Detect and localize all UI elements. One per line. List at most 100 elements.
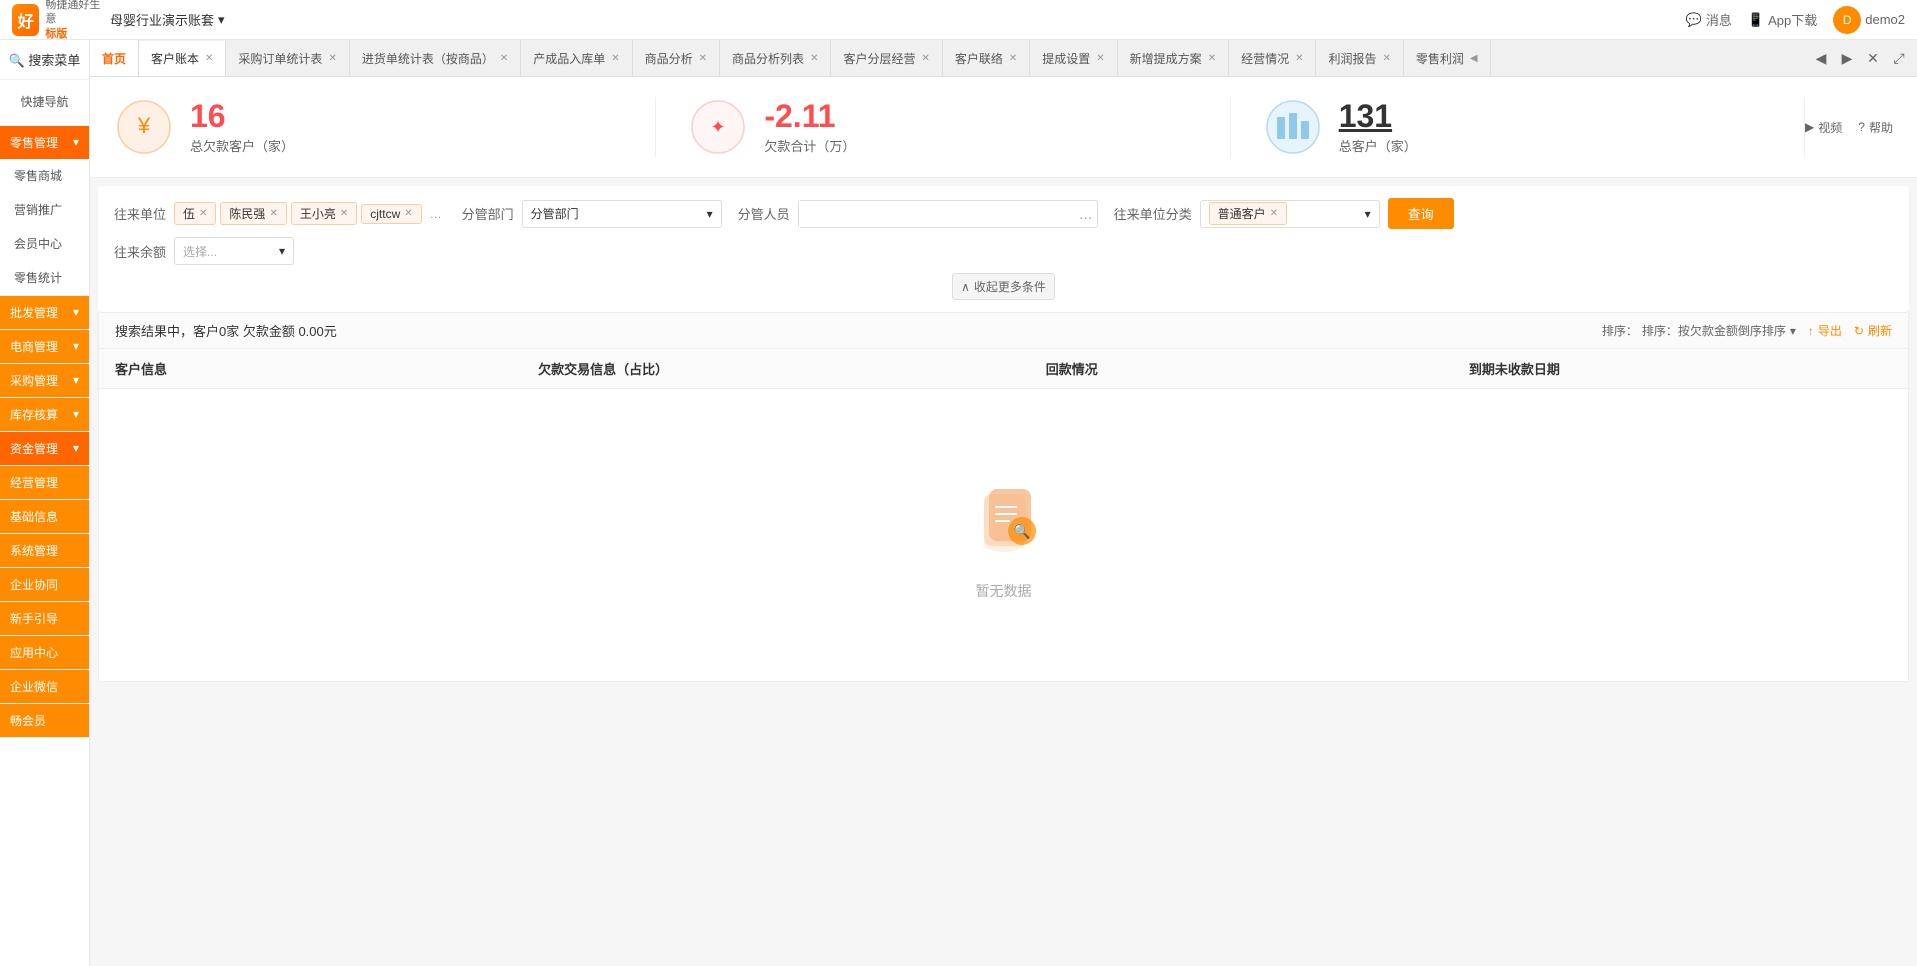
sidebar-section-title-wechat[interactable]: 企业微信	[0, 670, 89, 703]
table-wrap: 客户信息 欠款交易信息（占比） 回款情况 到期未收款日期 �	[98, 349, 1909, 682]
tab-customer-contact[interactable]: 客户联络 ✕	[943, 40, 1030, 76]
sidebar-item-member-center[interactable]: 会员中心	[0, 227, 89, 261]
remove-tag-chen[interactable]: ✕	[269, 208, 277, 219]
tab-nav-right[interactable]: ▶	[1835, 46, 1859, 70]
tab-production-stock[interactable]: 产成品入库单 ✕	[521, 40, 632, 76]
filter-tag-wu: 伍 ✕	[174, 202, 216, 225]
sidebar-section-title-ecommerce[interactable]: 电商管理 ▾	[0, 330, 89, 363]
sidebar-section-title-appcenter[interactable]: 应用中心	[0, 636, 89, 669]
sidebar-section-title-inventory[interactable]: 库存核算 ▾	[0, 398, 89, 431]
sidebar-item-retail-stats[interactable]: 零售统计	[0, 261, 89, 295]
tab-stock-stats[interactable]: 进货单统计表（按商品） ✕	[350, 40, 521, 76]
company-select[interactable]: 母婴行业演示账套 ▾	[110, 10, 225, 29]
tab-new-raise[interactable]: 新增提成方案 ✕	[1118, 40, 1229, 76]
stat-value-customers: 16	[190, 100, 294, 132]
sidebar-section-title-zero-retail[interactable]: 零售管理 ▾	[0, 126, 89, 159]
remove-tag-wang[interactable]: ✕	[340, 208, 348, 219]
sidebar-section-title-basic[interactable]: 基础信息	[0, 500, 89, 533]
tab-close-all[interactable]: ✕	[1861, 46, 1885, 70]
dept-filter-label: 分管部门	[462, 204, 514, 223]
tab-home[interactable]: 首页	[90, 40, 139, 76]
sidebar-section-title-operations[interactable]: 经营管理	[0, 466, 89, 499]
tab-close-raise-settings[interactable]: ✕	[1096, 53, 1104, 64]
category-filter-select[interactable]: 普通客户 ✕ ▾	[1200, 200, 1380, 228]
query-button[interactable]: 查询	[1388, 198, 1454, 229]
tab-accounts-receivable[interactable]: 客户账本 ✕	[139, 41, 226, 77]
chevron-down-icon: ▾	[73, 441, 79, 455]
person-filter-input[interactable]: …	[798, 200, 1098, 228]
filter-tag-chen: 陈民强 ✕	[220, 202, 286, 225]
app-download-btn[interactable]: 📱 App下载	[1748, 10, 1817, 29]
tab-close-customer-contact[interactable]: ✕	[1009, 53, 1017, 64]
text-help-btn[interactable]: ? 帮助	[1858, 119, 1893, 136]
tab-close-customer-segment[interactable]: ✕	[921, 53, 929, 64]
tab-close-accounts-receivable[interactable]: ✕	[205, 53, 213, 64]
sidebar-quick-nav[interactable]: 快捷导航	[0, 86, 89, 119]
tab-close-production[interactable]: ✕	[611, 53, 619, 64]
video-help-btn[interactable]: ▶ 视频	[1805, 119, 1842, 136]
remove-tag-category[interactable]: ✕	[1270, 208, 1278, 219]
chevron-down-icon: ▾	[707, 207, 713, 221]
sidebar-section-appcenter: 应用中心	[0, 636, 89, 670]
remove-tag-wu[interactable]: ✕	[199, 208, 207, 219]
sidebar-section-title-newbie[interactable]: 新手引导	[0, 602, 89, 635]
svg-text:🔍: 🔍	[1013, 522, 1030, 540]
remove-tag-cjttcw[interactable]: ✕	[404, 208, 412, 219]
sidebar-section-newbie: 新手引导	[0, 602, 89, 636]
tab-zero-retail-profit[interactable]: 零售利润 ◀	[1404, 40, 1491, 76]
sidebar-search[interactable]: 🔍 搜索菜单	[0, 40, 89, 80]
tab-profit-report[interactable]: 利润报告 ✕	[1316, 40, 1403, 76]
tab-close-stock-stats[interactable]: ✕	[500, 53, 508, 64]
page-content: ¥ 16 总欠款客户（家） ✦	[90, 77, 1917, 966]
tab-purchase-order-stats[interactable]: 采购订单统计表 ✕	[226, 40, 349, 76]
person-filter-dots[interactable]: …	[1075, 206, 1097, 222]
filter-more-btn[interactable]: …	[426, 205, 446, 223]
sort-select[interactable]: 排序： 排序：按欠款金额倒序排序 ▾	[1602, 322, 1796, 339]
balance-filter-label: 往来余额	[114, 242, 166, 261]
avatar: D	[1833, 6, 1861, 34]
tab-product-analysis-list[interactable]: 商品分析列表 ✕	[720, 40, 831, 76]
tab-close-product-analysis-list[interactable]: ✕	[810, 53, 818, 64]
svg-text:¥: ¥	[137, 113, 151, 138]
empty-text: 暂无数据	[976, 581, 1032, 601]
tab-close-profit[interactable]: ✕	[1383, 53, 1391, 64]
user-menu[interactable]: D demo2	[1833, 6, 1905, 34]
help-icon: ?	[1858, 120, 1865, 134]
sidebar-section-title-batch[interactable]: 批发管理 ▾	[0, 296, 89, 329]
tab-raise-settings[interactable]: 提成设置 ✕	[1030, 40, 1117, 76]
message-btn[interactable]: 💬 消息	[1686, 10, 1732, 29]
tab-nav-left[interactable]: ◀	[1809, 46, 1833, 70]
balance-filter-select[interactable]: 选择... ▾	[174, 237, 294, 265]
sidebar: 🔍 搜索菜单 快捷导航 零售管理 ▾ 零售商城 营销推广 会员中心 零售统计 批…	[0, 40, 90, 966]
tab-operations-status[interactable]: 经营情况 ✕	[1229, 40, 1316, 76]
collapse-btn[interactable]: ∧ 收起更多条件	[952, 273, 1055, 300]
export-btn[interactable]: ↑ 导出	[1808, 322, 1842, 339]
tab-close-new-raise[interactable]: ✕	[1208, 53, 1216, 64]
sidebar-section-title-finance[interactable]: 资金管理 ▾	[0, 432, 89, 465]
sidebar-section-batch: 批发管理 ▾	[0, 296, 89, 330]
sidebar-section-title-purchase[interactable]: 采购管理 ▾	[0, 364, 89, 397]
empty-icon: 🔍	[954, 469, 1054, 569]
tab-maximize[interactable]: ⤢	[1887, 46, 1911, 70]
stats-row: ¥ 16 总欠款客户（家） ✦	[90, 77, 1917, 178]
tab-close-purchase-order[interactable]: ✕	[328, 53, 336, 64]
tab-close-product-analysis[interactable]: ✕	[699, 53, 707, 64]
tab-close-ops[interactable]: ✕	[1295, 53, 1303, 64]
sidebar-item-retail-mall[interactable]: 零售商城	[0, 159, 89, 193]
stat-label-debt: 欠款合计（万）	[764, 136, 855, 155]
chevron-down-icon: ▾	[218, 12, 225, 28]
logo-text: 畅捷通好生意 标版	[45, 0, 102, 41]
person-input[interactable]	[799, 201, 1075, 227]
tab-customer-segment[interactable]: 客户分层经营 ✕	[831, 40, 942, 76]
refresh-btn[interactable]: ↻ 刷新	[1854, 322, 1892, 339]
filter-area: 往来单位 伍 ✕ 陈民强 ✕ 王小亮 ✕	[98, 186, 1909, 313]
sidebar-section-title-member[interactable]: 畅会员	[0, 704, 89, 737]
chevron-down-icon: ▾	[73, 339, 79, 353]
sidebar-section-title-system[interactable]: 系统管理	[0, 534, 89, 567]
sidebar-item-marketing[interactable]: 营销推广	[0, 193, 89, 227]
tab-product-analysis[interactable]: 商品分析 ✕	[633, 40, 720, 76]
dept-filter-select[interactable]: 分管部门 ▾	[522, 200, 722, 228]
person-filter-label: 分管人员	[738, 204, 790, 223]
tab-close-retail-profit[interactable]: ◀	[1470, 53, 1478, 64]
sidebar-section-title-enterprise[interactable]: 企业协同	[0, 568, 89, 601]
